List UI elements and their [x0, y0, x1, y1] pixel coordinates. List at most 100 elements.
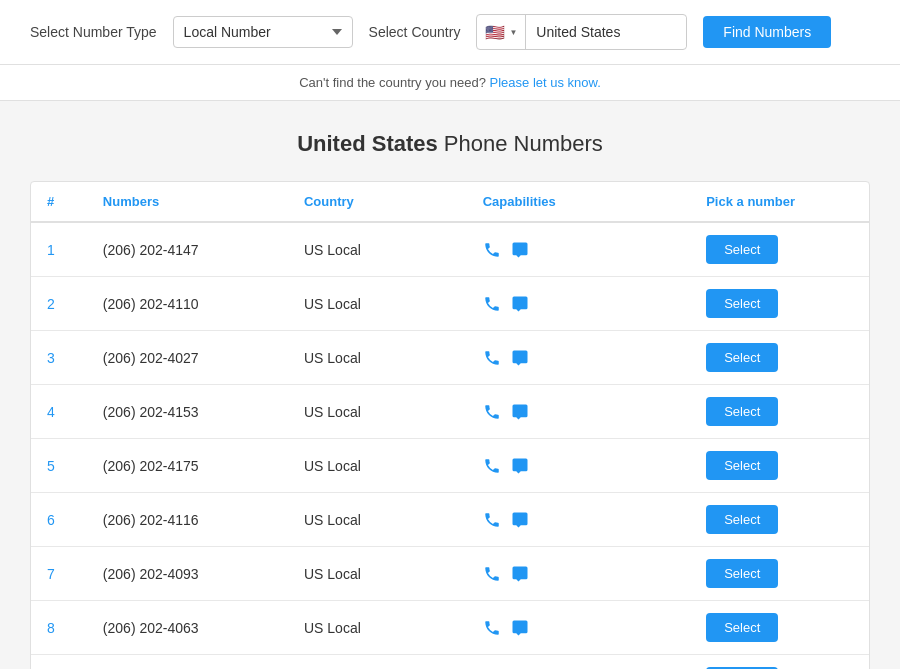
- row-pick: Select: [690, 439, 869, 493]
- row-country: US Local: [288, 277, 467, 331]
- row-country: US Local: [288, 547, 467, 601]
- flag-icon: 🇺🇸: [485, 23, 505, 42]
- row-index: 1: [31, 222, 87, 277]
- row-country: US Local: [288, 331, 467, 385]
- row-number: (206) 202-4063: [87, 601, 288, 655]
- row-capabilities: [467, 601, 690, 655]
- table-row: 9 (206) 202-3931 US Local: [31, 655, 869, 670]
- row-pick: Select: [690, 655, 869, 670]
- table-row: 4 (206) 202-4153 US Local: [31, 385, 869, 439]
- chat-icon: [511, 511, 529, 529]
- country-label: Select Country: [369, 24, 461, 40]
- country-input-wrapper: 🇺🇸 ▼: [476, 14, 687, 50]
- find-numbers-button[interactable]: Find Numbers: [703, 16, 831, 48]
- country-text-input[interactable]: [526, 17, 686, 47]
- header-hash: #: [31, 182, 87, 222]
- table-row: 7 (206) 202-4093 US Local: [31, 547, 869, 601]
- header-numbers: Numbers: [87, 182, 288, 222]
- row-pick: Select: [690, 493, 869, 547]
- chat-icon: [511, 241, 529, 259]
- chat-icon: [511, 295, 529, 313]
- flag-caret-icon: ▼: [509, 28, 517, 37]
- row-index: 4: [31, 385, 87, 439]
- flag-dropdown[interactable]: 🇺🇸 ▼: [477, 15, 526, 49]
- phone-icon: [483, 511, 501, 529]
- number-type-label: Select Number Type: [30, 24, 157, 40]
- row-capabilities: [467, 439, 690, 493]
- row-country: US Local: [288, 222, 467, 277]
- select-button[interactable]: Select: [706, 505, 778, 534]
- chat-icon: [511, 457, 529, 475]
- select-button[interactable]: Select: [706, 559, 778, 588]
- row-pick: Select: [690, 547, 869, 601]
- header-capabilities: Capabilities: [467, 182, 690, 222]
- row-capabilities: [467, 277, 690, 331]
- row-country: US Local: [288, 655, 467, 670]
- table-row: 2 (206) 202-4110 US Local: [31, 277, 869, 331]
- table-row: 5 (206) 202-4175 US Local: [31, 439, 869, 493]
- row-country: US Local: [288, 385, 467, 439]
- main-content: United States Phone Numbers # Numbers Co…: [0, 101, 900, 669]
- row-pick: Select: [690, 385, 869, 439]
- row-number: (206) 202-4116: [87, 493, 288, 547]
- row-pick: Select: [690, 601, 869, 655]
- row-capabilities: [467, 222, 690, 277]
- phone-numbers-table-container: # Numbers Country Capabilities Pick a nu…: [30, 181, 870, 669]
- table-header-row: # Numbers Country Capabilities Pick a nu…: [31, 182, 869, 222]
- row-capabilities: [467, 547, 690, 601]
- row-index: 8: [31, 601, 87, 655]
- phone-icon: [483, 241, 501, 259]
- chat-icon: [511, 565, 529, 583]
- row-number: (206) 202-4027: [87, 331, 288, 385]
- row-country: US Local: [288, 493, 467, 547]
- row-number: (206) 202-4110: [87, 277, 288, 331]
- phone-icon: [483, 295, 501, 313]
- row-pick: Select: [690, 277, 869, 331]
- top-bar: Select Number Type Local Number Toll Fre…: [0, 0, 900, 65]
- phone-icon: [483, 349, 501, 367]
- row-capabilities: [467, 655, 690, 670]
- row-country: US Local: [288, 601, 467, 655]
- row-index: 6: [31, 493, 87, 547]
- row-number: (206) 202-4153: [87, 385, 288, 439]
- row-number: (206) 202-3931: [87, 655, 288, 670]
- row-index: 2: [31, 277, 87, 331]
- select-button[interactable]: Select: [706, 343, 778, 372]
- number-type-select[interactable]: Local Number Toll Free Mobile: [173, 16, 353, 48]
- header-pick: Pick a number: [690, 182, 869, 222]
- row-capabilities: [467, 493, 690, 547]
- page-title: United States Phone Numbers: [30, 131, 870, 157]
- select-button[interactable]: Select: [706, 235, 778, 264]
- phone-numbers-table: # Numbers Country Capabilities Pick a nu…: [31, 182, 869, 669]
- chat-icon: [511, 403, 529, 421]
- select-button[interactable]: Select: [706, 451, 778, 480]
- page-title-bold: United States: [297, 131, 438, 156]
- row-capabilities: [467, 385, 690, 439]
- table-row: 3 (206) 202-4027 US Local: [31, 331, 869, 385]
- row-index: 3: [31, 331, 87, 385]
- row-index: 7: [31, 547, 87, 601]
- table-row: 6 (206) 202-4116 US Local: [31, 493, 869, 547]
- table-row: 1 (206) 202-4147 US Local: [31, 222, 869, 277]
- cant-find-text: Can't find the country you need?: [299, 75, 486, 90]
- phone-icon: [483, 565, 501, 583]
- row-number: (206) 202-4147: [87, 222, 288, 277]
- header-country: Country: [288, 182, 467, 222]
- row-index: 9: [31, 655, 87, 670]
- row-index: 5: [31, 439, 87, 493]
- page-title-rest: Phone Numbers: [438, 131, 603, 156]
- please-let-us-know-link[interactable]: Please let us know.: [490, 75, 601, 90]
- row-country: US Local: [288, 439, 467, 493]
- select-button[interactable]: Select: [706, 397, 778, 426]
- table-row: 8 (206) 202-4063 US Local: [31, 601, 869, 655]
- row-number: (206) 202-4175: [87, 439, 288, 493]
- row-pick: Select: [690, 331, 869, 385]
- row-pick: Select: [690, 222, 869, 277]
- row-capabilities: [467, 331, 690, 385]
- select-button[interactable]: Select: [706, 289, 778, 318]
- phone-icon: [483, 457, 501, 475]
- select-button[interactable]: Select: [706, 613, 778, 642]
- cant-find-bar: Can't find the country you need? Please …: [0, 65, 900, 101]
- chat-icon: [511, 349, 529, 367]
- phone-icon: [483, 403, 501, 421]
